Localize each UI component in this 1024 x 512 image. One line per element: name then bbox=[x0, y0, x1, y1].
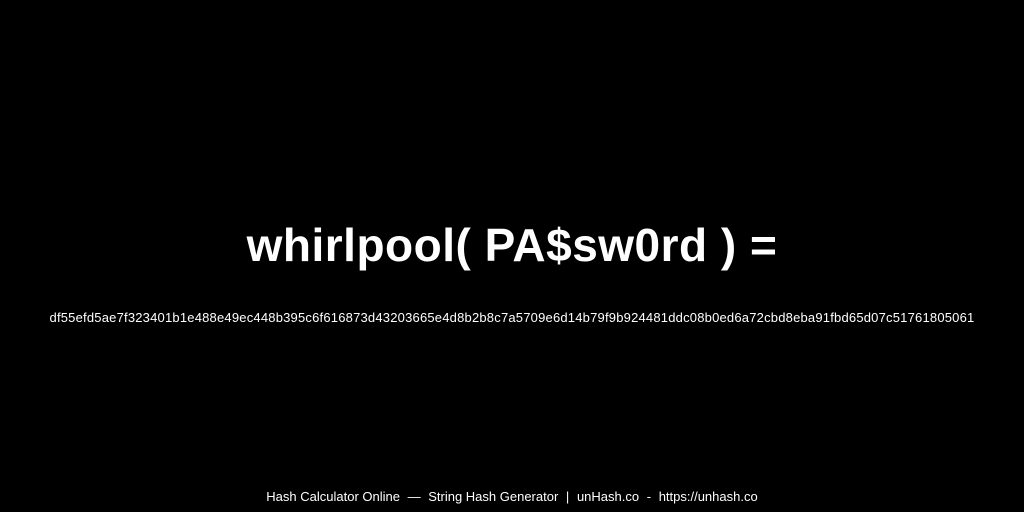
footer-separator-pipe: | bbox=[566, 489, 569, 504]
hash-expression-heading: whirlpool( PA$sw0rd ) = bbox=[247, 218, 778, 272]
footer-site-name: unHash.co bbox=[577, 489, 639, 504]
footer-text-generator: String Hash Generator bbox=[428, 489, 558, 504]
footer-text-calculator: Hash Calculator Online bbox=[266, 489, 400, 504]
footer-separator-hyphen: - bbox=[647, 489, 651, 504]
hash-output-value: df55efd5ae7f323401b1e488e49ec448b395c6f6… bbox=[50, 310, 975, 325]
footer-site-url: https://unhash.co bbox=[659, 489, 758, 504]
main-content: whirlpool( PA$sw0rd ) = df55efd5ae7f3234… bbox=[0, 218, 1024, 325]
footer-separator-dash: — bbox=[408, 489, 421, 504]
footer: Hash Calculator Online — String Hash Gen… bbox=[0, 489, 1024, 504]
